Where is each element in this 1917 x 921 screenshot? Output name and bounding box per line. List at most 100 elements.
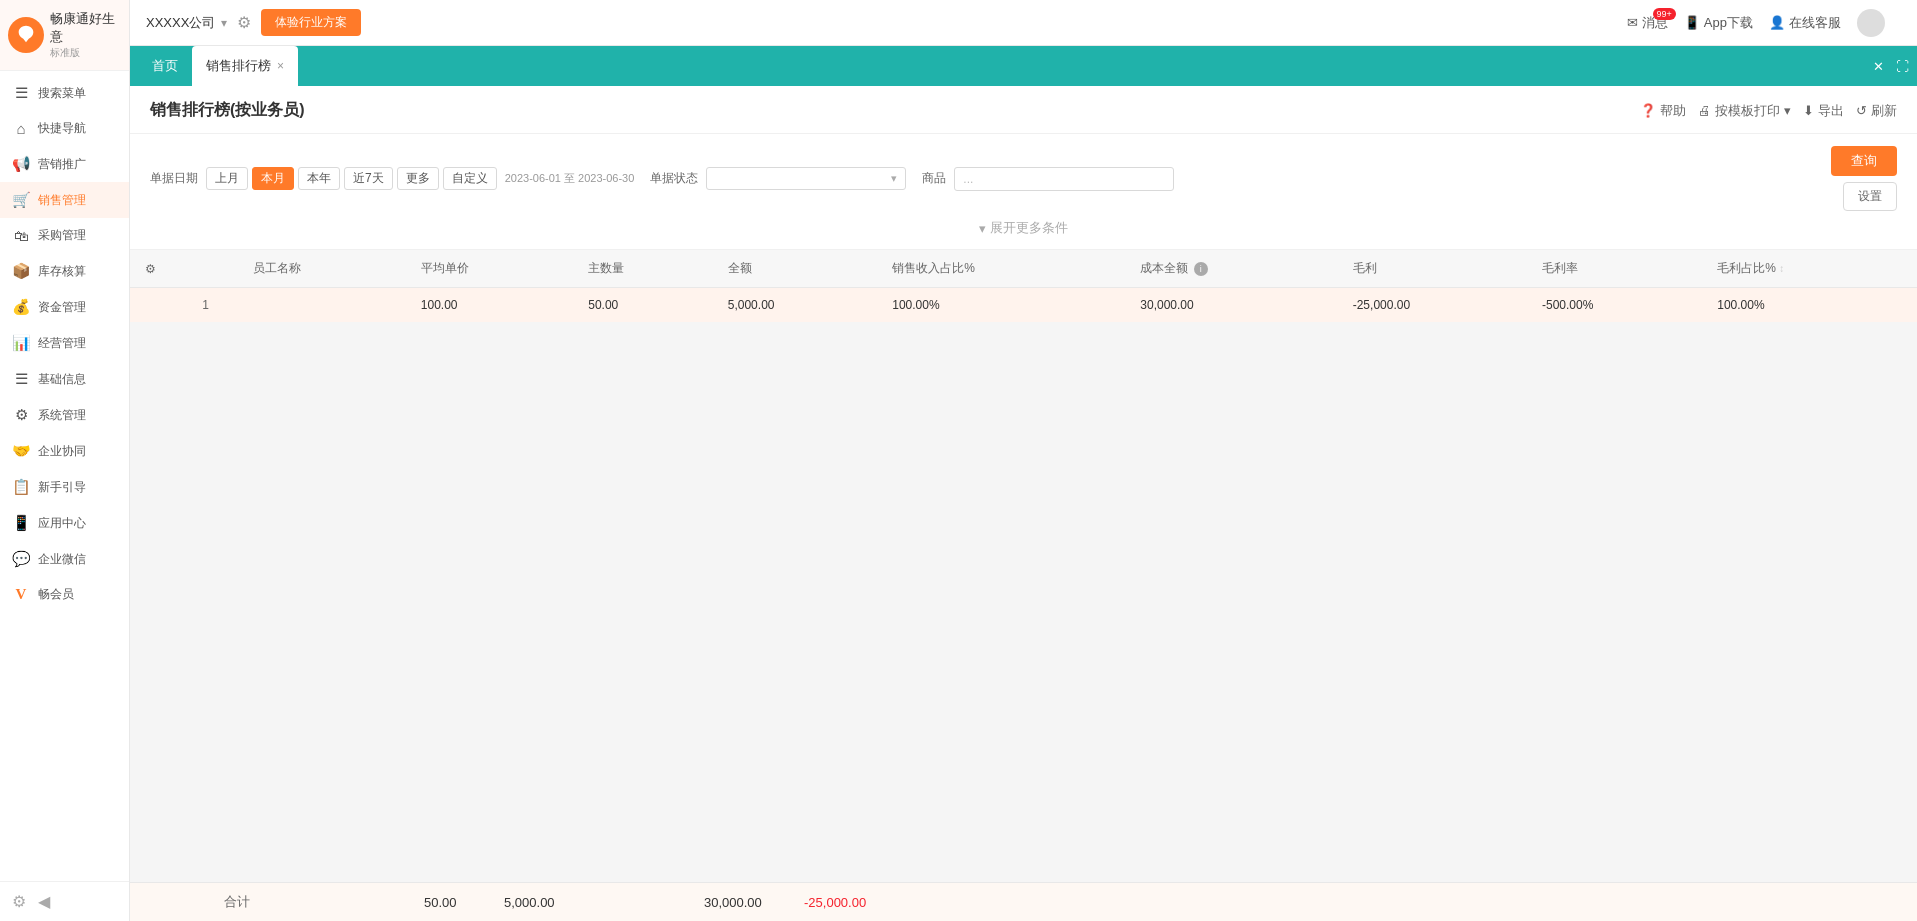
expand-icon: ▾: [979, 221, 986, 236]
status-select-arrow-icon: ▾: [891, 172, 897, 185]
service-icon: 👤: [1769, 15, 1785, 30]
export-button[interactable]: ⬇ 导出: [1803, 102, 1844, 120]
logo-text: 畅康通好生意 标准版: [50, 10, 121, 60]
page-actions: ❓ 帮助 🖨 按模板打印 ▾ ⬇ 导出 ↺ 刷新: [1640, 102, 1897, 120]
sort-icon: ↕: [1779, 263, 1784, 274]
help-button[interactable]: ❓ 帮助: [1640, 102, 1686, 120]
footer-gross: -25,000.00: [804, 895, 866, 910]
avatar[interactable]: [1857, 9, 1885, 37]
date-btn-this-year[interactable]: 本年: [298, 167, 340, 190]
td-settings: [130, 288, 170, 323]
company-selector[interactable]: XXXXX公司 ▾: [146, 14, 227, 32]
message-button[interactable]: ✉ 消息 99+: [1627, 14, 1668, 32]
expand-filters-button[interactable]: ▾ 展开更多条件: [979, 219, 1068, 237]
finance-icon: 💰: [12, 298, 30, 316]
sales-icon: 🛒: [12, 191, 30, 209]
td-gross-rate: -500.00%: [1530, 288, 1705, 323]
date-btn-this-month[interactable]: 本月: [252, 167, 294, 190]
company-name: XXXXX公司: [146, 14, 215, 32]
tab-close-icon[interactable]: ×: [277, 59, 284, 73]
refresh-icon: ↺: [1856, 103, 1867, 118]
member-icon: V: [12, 586, 30, 603]
sidebar-item-system[interactable]: ⚙ 系统管理: [0, 397, 129, 433]
goods-input-placeholder: ...: [963, 172, 973, 186]
purchase-icon: 🛍: [12, 227, 30, 244]
sidebar-item-shortcut[interactable]: ⌂ 快捷导航: [0, 111, 129, 146]
sidebar-item-wechat[interactable]: 💬 企业微信: [0, 541, 129, 577]
inventory-icon: 📦: [12, 262, 30, 280]
tab-close-all-icon[interactable]: ✕: [1873, 59, 1884, 74]
apps-icon: 📱: [12, 514, 30, 532]
topbar-right: ✉ 消息 99+ 📱 App下载 👤 在线客服: [1627, 9, 1901, 37]
app-download-button[interactable]: 📱 App下载: [1684, 14, 1753, 32]
td-avg-price: 100.00: [409, 288, 576, 323]
message-badge: 99+: [1653, 8, 1676, 20]
cost-info-icon[interactable]: i: [1194, 262, 1208, 276]
date-btn-7days[interactable]: 近7天: [344, 167, 393, 190]
online-service-button[interactable]: 👤 在线客服: [1769, 14, 1841, 32]
topbar: XXXXX公司 ▾ ⚙ 体验行业方案 ✉ 消息 99+ 📱 App下载 👤 在线…: [130, 0, 1917, 46]
sidebar-item-marketing[interactable]: 📢 营销推广: [0, 146, 129, 182]
query-button[interactable]: 查询: [1831, 146, 1897, 176]
th-avg-price: 平均单价: [409, 250, 576, 288]
date-btn-last-month[interactable]: 上月: [206, 167, 248, 190]
page-title: 销售排行榜(按业务员): [150, 100, 305, 121]
date-btn-more[interactable]: 更多: [397, 167, 439, 190]
sidebar-item-search[interactable]: ☰ 搜索菜单: [0, 75, 129, 111]
settings-button[interactable]: 设置: [1843, 182, 1897, 211]
sidebar: 畅康通好生意 标准版 ☰ 搜索菜单 ⌂ 快捷导航 📢 营销推广 🛒 销售管理 🛍…: [0, 0, 130, 921]
date-range-display: 2023-06-01 至 2023-06-30: [505, 171, 635, 186]
date-btn-group: 上月 本月 本年 近7天 更多 自定义: [206, 167, 497, 190]
filters-main-row: 单据日期 上月 本月 本年 近7天 更多 自定义 2023-06-01 至 20…: [150, 146, 1897, 211]
message-icon: ✉: [1627, 15, 1638, 30]
table-footer: 合计 50.00 5,000.00 30,000.00 -25,000.00: [130, 882, 1917, 921]
filter-right-btns: 查询 设置: [1831, 146, 1897, 211]
date-btn-custom[interactable]: 自定义: [443, 167, 497, 190]
filters-expand-row: ▾ 展开更多条件: [150, 211, 1897, 237]
topbar-gear-icon[interactable]: ⚙: [237, 13, 251, 32]
status-select[interactable]: ▾: [706, 167, 906, 190]
sidebar-item-guide[interactable]: 📋 新手引导: [0, 469, 129, 505]
wechat-icon: 💬: [12, 550, 30, 568]
th-settings[interactable]: ⚙: [130, 250, 170, 288]
status-filter: 单据状态 ▾: [650, 167, 906, 190]
sidebar-item-finance[interactable]: 💰 资金管理: [0, 289, 129, 325]
td-sales-pct: 100.00%: [880, 288, 1128, 323]
sidebar-item-apps[interactable]: 📱 应用中心: [0, 505, 129, 541]
trial-button[interactable]: 体验行业方案: [261, 9, 361, 36]
td-amount: 5,000.00: [716, 288, 880, 323]
sidebar-item-sales[interactable]: 🛒 销售管理: [0, 182, 129, 218]
th-qty: 主数量: [576, 250, 716, 288]
status-filter-label: 单据状态: [650, 170, 698, 187]
export-icon: ⬇: [1803, 103, 1814, 118]
tab-home-label: 首页: [152, 57, 178, 75]
sidebar-item-inventory[interactable]: 📦 库存核算: [0, 253, 129, 289]
tab-sales-rank[interactable]: 销售排行榜 ×: [192, 46, 298, 86]
sidebar-item-operation[interactable]: 📊 经营管理: [0, 325, 129, 361]
company-chevron-icon: ▾: [221, 16, 227, 30]
marketing-icon: 📢: [12, 155, 30, 173]
table-area: ⚙ 员工名称 平均单价 主数量 全额 销售收入占比% 成本全额 i 毛利 毛利率: [130, 250, 1917, 882]
sidebar-item-basic[interactable]: ☰ 基础信息: [0, 361, 129, 397]
sidebar-item-member[interactable]: V 畅会员: [0, 577, 129, 612]
print-dropdown-icon: ▾: [1784, 103, 1791, 118]
page-header: 销售排行榜(按业务员) ❓ 帮助 🖨 按模板打印 ▾ ⬇ 导出: [130, 86, 1917, 134]
help-icon: ❓: [1640, 103, 1656, 118]
sidebar-item-corp[interactable]: 🤝 企业协同: [0, 433, 129, 469]
settings-bottom-icon[interactable]: ⚙: [12, 892, 26, 911]
td-gross-pct: 100.00%: [1705, 288, 1917, 323]
tabbar-actions: ✕ ⛶: [1873, 59, 1909, 74]
tab-home[interactable]: 首页: [138, 46, 192, 86]
search-icon: ☰: [12, 84, 30, 102]
page-header-top: 销售排行榜(按业务员) ❓ 帮助 🖨 按模板打印 ▾ ⬇ 导出: [150, 100, 1897, 121]
sidebar-item-purchase[interactable]: 🛍 采购管理: [0, 218, 129, 253]
print-button[interactable]: 🖨 按模板打印 ▾: [1698, 102, 1791, 120]
th-amount: 全额: [716, 250, 880, 288]
home-icon: ⌂: [12, 120, 30, 137]
refresh-button[interactable]: ↺ 刷新: [1856, 102, 1897, 120]
tab-restore-icon[interactable]: ⛶: [1896, 59, 1909, 74]
goods-input[interactable]: ...: [954, 167, 1174, 191]
tab-sales-rank-label: 销售排行榜: [206, 57, 271, 75]
collapse-icon[interactable]: ◀: [38, 892, 50, 911]
sidebar-bottom: ⚙ ◀: [0, 881, 129, 921]
